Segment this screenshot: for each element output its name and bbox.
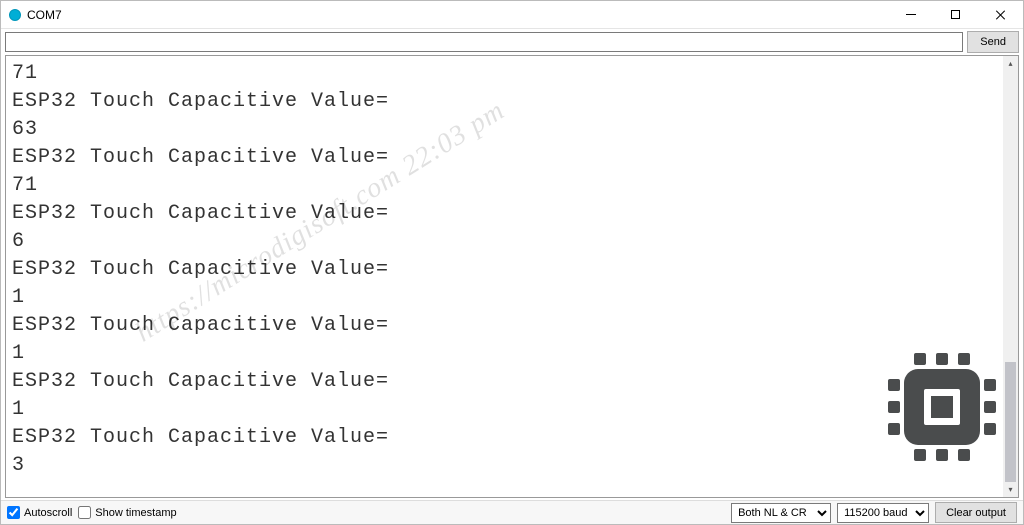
bottom-bar: Autoscroll Show timestamp Both NL & CR 1…: [1, 500, 1023, 524]
scroll-down-icon[interactable]: ▾: [1003, 482, 1018, 497]
vertical-scrollbar[interactable]: ▴ ▾: [1003, 56, 1018, 497]
timestamp-label: Show timestamp: [95, 507, 176, 519]
autoscroll-checkbox-wrap[interactable]: Autoscroll: [7, 506, 72, 519]
output-area: 71 ESP32 Touch Capacitive Value= 63 ESP3…: [5, 55, 1019, 498]
timestamp-checkbox[interactable]: [78, 506, 91, 519]
close-button[interactable]: [978, 1, 1023, 29]
line-ending-select[interactable]: Both NL & CR: [731, 503, 831, 523]
app-icon: [9, 9, 21, 21]
minimize-icon: [906, 14, 916, 15]
serial-output-text: 71 ESP32 Touch Capacitive Value= 63 ESP3…: [6, 56, 1003, 497]
serial-monitor-window: COM7 Send 71 ESP32 Touch Capacitive Valu…: [0, 0, 1024, 525]
serial-input[interactable]: [5, 32, 963, 52]
autoscroll-checkbox[interactable]: [7, 506, 20, 519]
send-button[interactable]: Send: [967, 31, 1019, 53]
scroll-up-icon[interactable]: ▴: [1003, 56, 1018, 71]
scroll-thumb[interactable]: [1005, 362, 1016, 482]
input-row: Send: [1, 29, 1023, 55]
close-icon: [995, 9, 1007, 21]
titlebar: COM7: [1, 1, 1023, 29]
scroll-track[interactable]: [1003, 71, 1018, 482]
maximize-icon: [951, 10, 960, 19]
window-title: COM7: [27, 8, 62, 22]
timestamp-checkbox-wrap[interactable]: Show timestamp: [78, 506, 176, 519]
minimize-button[interactable]: [888, 1, 933, 29]
autoscroll-label: Autoscroll: [24, 507, 72, 519]
baud-select[interactable]: 115200 baud: [837, 503, 929, 523]
maximize-button[interactable]: [933, 1, 978, 29]
clear-output-button[interactable]: Clear output: [935, 502, 1017, 523]
